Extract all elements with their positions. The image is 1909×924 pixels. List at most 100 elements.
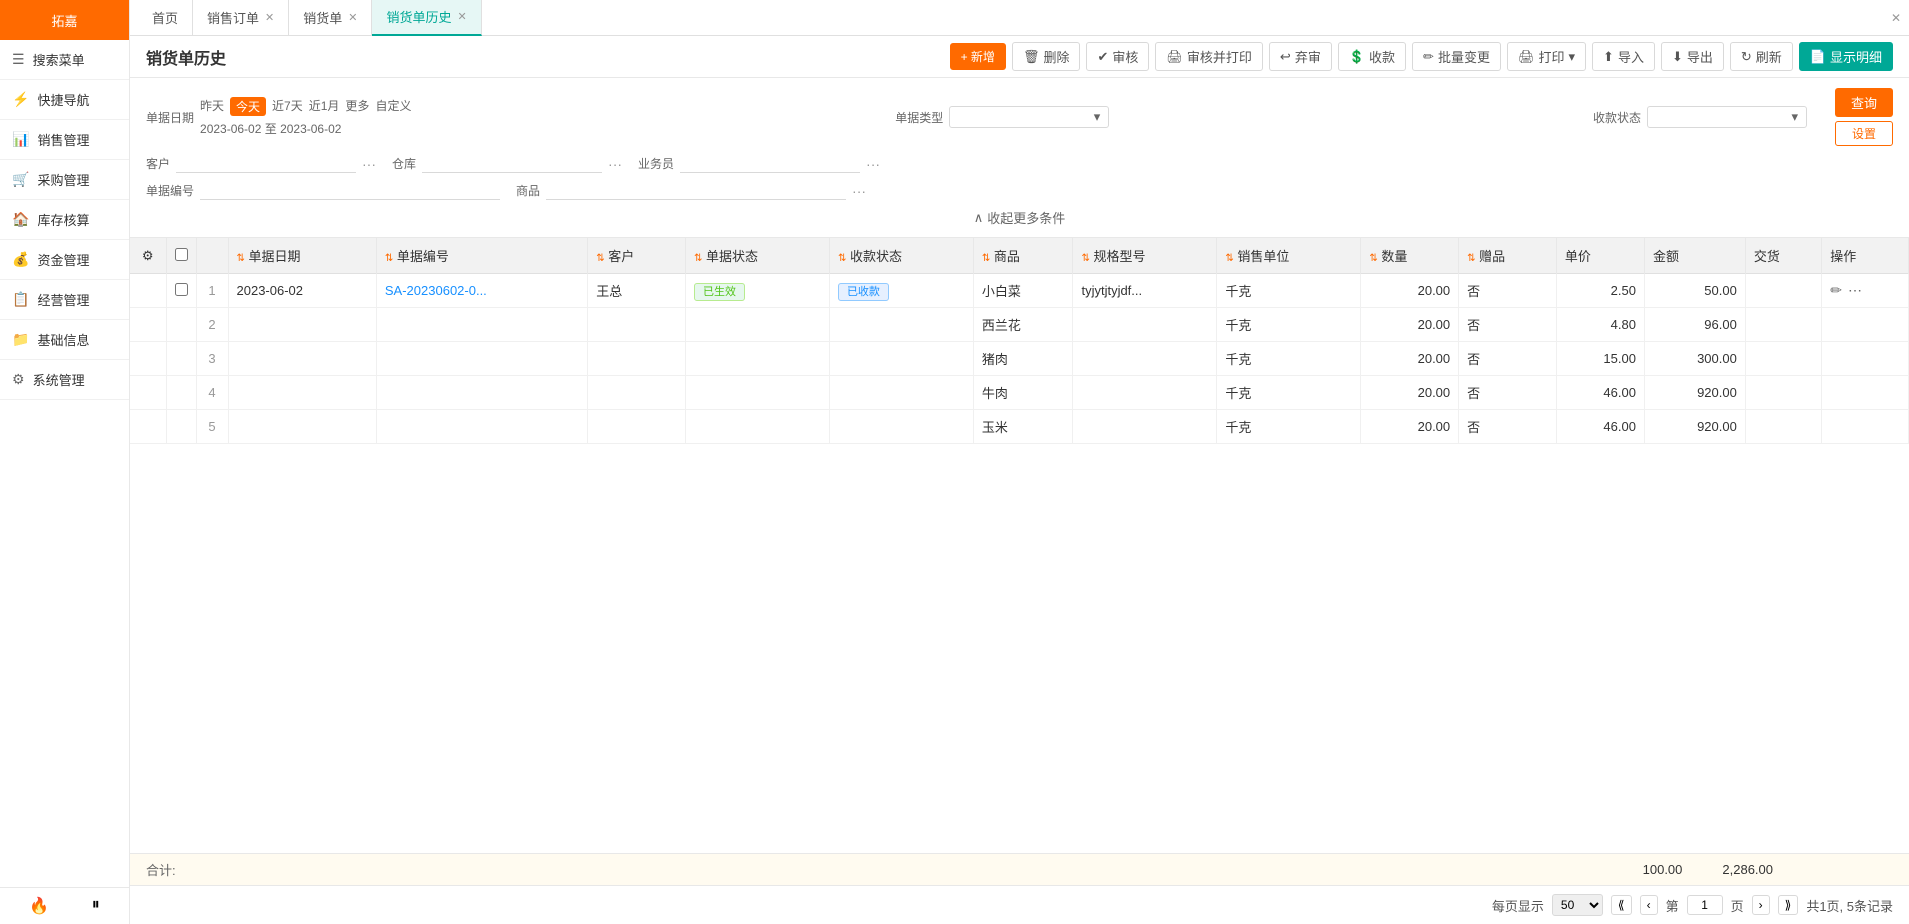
col-goods[interactable]: ⇅ 商品	[973, 238, 1073, 274]
sidebar-fire-icon[interactable]: 🔥	[29, 896, 49, 916]
delete-button[interactable]: 🗑 删除	[1012, 42, 1081, 71]
export-label: 导出	[1687, 47, 1713, 66]
col-unit[interactable]: ⇅ 销售单位	[1217, 238, 1361, 274]
sidebar-item-basic-info[interactable]: 📁 基础信息	[0, 320, 129, 360]
prev-page-button[interactable]: ‹	[1640, 895, 1658, 915]
show-detail-button[interactable]: 📄 显示明细	[1799, 42, 1893, 71]
doc-no-link[interactable]: SA-20230602-0...	[385, 283, 487, 298]
tab-sales-history[interactable]: 销货单历史 ✕	[372, 0, 481, 36]
col-gift[interactable]: ⇅ 赠品	[1459, 238, 1557, 274]
tab-home[interactable]: 首页	[138, 0, 193, 36]
doc-type-arrow-icon: ▾	[1094, 109, 1101, 125]
export-button[interactable]: ⬇ 导出	[1661, 42, 1724, 71]
row-doc-date	[228, 342, 376, 376]
date-tab-more[interactable]: 更多	[345, 97, 369, 116]
row-price: 4.80	[1556, 308, 1644, 342]
tab-sales-delivery[interactable]: 销货单 ✕	[289, 0, 372, 36]
doc-type-select[interactable]: ▾	[949, 106, 1109, 128]
warehouse-input[interactable]	[422, 154, 602, 173]
row-checkbox[interactable]	[166, 342, 196, 376]
sidebar-pause-icon[interactable]: ⏸	[92, 896, 100, 916]
quick-nav-icon: ⚡	[12, 91, 29, 108]
sidebar-brand: 拓嘉	[0, 0, 129, 40]
sidebar-item-search-menu[interactable]: ☰ 搜索菜单	[0, 40, 129, 80]
goods-input[interactable]	[546, 181, 846, 200]
sidebar-item-purchase-mgmt[interactable]: 🛒 采购管理	[0, 160, 129, 200]
tab-sales-order[interactable]: 销售订单 ✕	[193, 0, 289, 36]
abandon-button[interactable]: ↩ 弃审	[1269, 42, 1332, 71]
edit-icon[interactable]: ✏	[1830, 282, 1842, 299]
col-gear[interactable]: ⚙	[130, 238, 166, 274]
print-button[interactable]: 🖨 打印 ▾	[1507, 42, 1586, 71]
page-size-select[interactable]: 50 100 200	[1552, 894, 1603, 916]
tab-sales-delivery-close[interactable]: ✕	[348, 11, 357, 24]
date-tab-7days[interactable]: 近7天	[272, 97, 303, 116]
sidebar-item-sales-mgmt[interactable]: 📊 销售管理	[0, 120, 129, 160]
doc-type-value	[958, 110, 1030, 125]
row-customer	[588, 376, 686, 410]
col-doc-date[interactable]: ⇅ 单据日期	[228, 238, 376, 274]
customer-input[interactable]	[176, 154, 356, 173]
row-select-checkbox[interactable]	[175, 283, 188, 296]
batch-change-button[interactable]: ✏ 批量变更	[1412, 42, 1501, 71]
tab-sales-order-close[interactable]: ✕	[265, 11, 274, 24]
sidebar-item-label: 销售管理	[37, 130, 89, 149]
table-row: 4 牛肉 千克 20.00 否 46.00 920.00	[130, 376, 1909, 410]
warehouse-picker-icon[interactable]: ···	[608, 156, 622, 172]
date-tab-custom[interactable]: 自定义	[375, 97, 411, 116]
row-checkbox[interactable]	[166, 410, 196, 444]
doc-no-label: 单据编号	[146, 182, 194, 199]
doc-no-input[interactable]	[200, 181, 500, 200]
page-number-input[interactable]	[1687, 895, 1723, 915]
staff-picker-icon[interactable]: ···	[866, 156, 880, 172]
sidebar-item-system-mgmt[interactable]: ⚙ 系统管理	[0, 360, 129, 400]
sidebar-item-quick-nav[interactable]: ⚡ 快捷导航	[0, 80, 129, 120]
row-spec	[1073, 308, 1217, 342]
row-qty: 20.00	[1361, 342, 1459, 376]
collapse-filter-button[interactable]: ∧ 收起更多条件	[146, 208, 1893, 227]
date-tab-1month[interactable]: 近1月	[309, 97, 340, 116]
date-tab-today[interactable]: 今天	[230, 97, 266, 116]
settings-button[interactable]: 设置	[1835, 121, 1893, 146]
row-gift: 否	[1459, 308, 1557, 342]
first-page-button[interactable]: ⟪	[1611, 895, 1632, 915]
staff-input[interactable]	[680, 154, 860, 173]
last-page-button[interactable]: ⟫	[1778, 895, 1799, 915]
col-doc-status[interactable]: ⇅ 单据状态	[685, 238, 829, 274]
collect-button[interactable]: 💲 收款	[1338, 42, 1406, 71]
col-customer[interactable]: ⇅ 客户	[588, 238, 686, 274]
goods-picker-icon[interactable]: ···	[852, 183, 866, 199]
tab-bar: 首页 销售订单 ✕ 销货单 ✕ 销货单历史 ✕ ✕	[130, 0, 1909, 36]
row-num: 1	[196, 274, 228, 308]
more-icon[interactable]: ⋯	[1848, 282, 1862, 299]
col-qty[interactable]: ⇅ 数量	[1361, 238, 1459, 274]
col-spec[interactable]: ⇅ 规格型号	[1073, 238, 1217, 274]
close-all-tabs-button[interactable]: ✕	[1891, 11, 1901, 25]
sidebar-item-operations[interactable]: 📋 经营管理	[0, 280, 129, 320]
row-gift: 否	[1459, 376, 1557, 410]
review-button[interactable]: ✔ 审核	[1086, 42, 1149, 71]
date-label: 单据日期	[146, 109, 194, 126]
row-checkbox[interactable]	[166, 376, 196, 410]
row-trade	[1745, 342, 1821, 376]
query-button[interactable]: 查询	[1835, 88, 1893, 117]
date-tab-yesterday[interactable]: 昨天	[200, 97, 224, 116]
review-print-button[interactable]: 🖨 审核并打印	[1155, 42, 1263, 71]
sidebar-item-finance[interactable]: 💰 资金管理	[0, 240, 129, 280]
import-button[interactable]: ⬆ 导入	[1592, 42, 1655, 71]
row-checkbox[interactable]	[166, 274, 196, 308]
show-detail-icon: 📄	[1810, 49, 1826, 65]
select-all-checkbox[interactable]	[175, 248, 188, 261]
tab-sales-history-close[interactable]: ✕	[458, 10, 467, 23]
row-checkbox[interactable]	[166, 308, 196, 342]
row-doc-date	[228, 308, 376, 342]
refresh-button[interactable]: ↻ 刷新	[1730, 42, 1793, 71]
new-button[interactable]: + 新增	[950, 43, 1006, 70]
sidebar-item-inventory[interactable]: 🏠 库存核算	[0, 200, 129, 240]
next-page-button[interactable]: ›	[1752, 895, 1770, 915]
col-payment-status[interactable]: ⇅ 收款状态	[829, 238, 973, 274]
customer-picker-icon[interactable]: ···	[362, 156, 376, 172]
payment-status-select[interactable]: ▾	[1647, 106, 1807, 128]
col-doc-no[interactable]: ⇅ 单据编号	[376, 238, 587, 274]
row-unit: 千克	[1217, 308, 1361, 342]
